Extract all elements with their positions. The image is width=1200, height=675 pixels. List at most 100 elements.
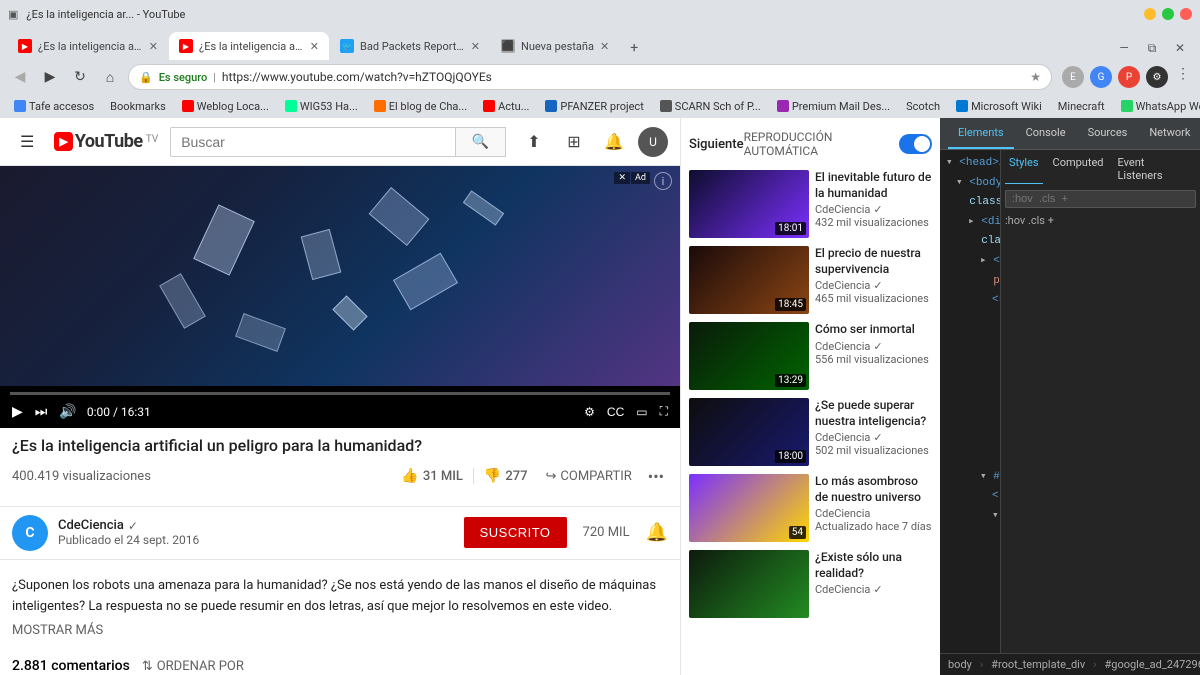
extension-icon-4[interactable]: ⚙ xyxy=(1146,66,1168,88)
tab-1-close[interactable]: ✕ xyxy=(149,40,158,53)
user-avatar[interactable]: U xyxy=(638,127,668,157)
search-input[interactable] xyxy=(171,128,455,156)
recommended-sidebar: Siguiente REPRODUCCIÓN AUTOMÁTICA 18:01 … xyxy=(680,118,940,675)
bookmark-whatsapp[interactable]: WhatsApp We... xyxy=(1115,98,1200,115)
video-info-btn[interactable]: i xyxy=(654,172,672,190)
autoplay-toggle[interactable] xyxy=(899,134,932,154)
bookmark-weblog[interactable]: Weblog Loca... xyxy=(176,98,275,115)
tab-2-close[interactable]: ✕ xyxy=(310,40,319,53)
volume-btn[interactable]: 🔊 xyxy=(57,401,78,422)
settings-btn[interactable]: ⚙ xyxy=(582,403,597,421)
tab-1[interactable]: ▶ ¿Es la inteligencia ar... ✕ xyxy=(8,32,168,60)
url-text[interactable]: https://www.youtube.com/watch?v=hZTOQjQO… xyxy=(222,70,1024,84)
sort-button[interactable]: ⇅ ORDENAR POR xyxy=(142,659,244,674)
upload-btn[interactable]: ⬆ xyxy=(518,126,550,158)
footer-body[interactable]: body xyxy=(948,658,972,671)
dislike-button[interactable]: 👎 277 xyxy=(478,464,534,488)
search-bar[interactable]: 🔍 xyxy=(170,127,506,157)
search-button[interactable]: 🔍 xyxy=(455,128,505,156)
bookmark-wig[interactable]: WIG53 Ha... xyxy=(279,98,364,115)
bookmark-scotch[interactable]: Scotch xyxy=(900,98,946,115)
rec-video-2[interactable]: 18:45 El precio de nuestra supervivencia… xyxy=(689,246,932,314)
share-button[interactable]: ↪ COMPARTIR xyxy=(538,465,640,488)
bookmark-blog[interactable]: El blog de Cha... xyxy=(368,98,473,115)
new-tab-btn[interactable]: + xyxy=(622,36,646,60)
window-restore-btn[interactable]: ⧉ xyxy=(1140,36,1164,60)
star-btn[interactable]: ★ xyxy=(1030,70,1041,84)
tab-4[interactable]: ⬛ Nueva pestaña ✕ xyxy=(491,32,619,60)
apps-btn[interactable]: ⊞ xyxy=(558,126,590,158)
dt-tab-elements[interactable]: Elements xyxy=(948,118,1014,149)
rec-video-3[interactable]: 13:29 Cómo ser inmortal CdeCiencia ✓ 556… xyxy=(689,322,932,390)
bookmark-favicon-microsoft xyxy=(956,100,968,112)
dt-filter-input[interactable] xyxy=(1005,190,1196,208)
notifications-btn[interactable]: 🔔 xyxy=(598,126,630,158)
tab-3-close[interactable]: ✕ xyxy=(471,40,480,53)
rec-duration-2: 18:45 xyxy=(775,298,806,311)
video-progress-bar[interactable] xyxy=(10,392,670,395)
subtitles-btn[interactable]: CC xyxy=(605,403,626,421)
youtube-area: ☰ ▶ YouTube TV 🔍 ⬆ ⊞ 🔔 U xyxy=(0,118,680,675)
forward-btn[interactable]: ▶ xyxy=(38,65,62,89)
notification-bell-btn[interactable]: 🔔 xyxy=(646,522,668,543)
html-line-25: 35826/712358165195.js xyxy=(944,624,1000,644)
rec-title-2: El precio de nuestra supervivencia xyxy=(815,246,932,277)
fullscreen-btn[interactable]: ⛶ xyxy=(658,402,670,421)
like-button[interactable]: 👍 31 MIL xyxy=(395,464,469,488)
channel-avatar: C xyxy=(12,515,48,551)
rec-video-1[interactable]: 18:01 El inevitable futuro de la humanid… xyxy=(689,170,932,238)
rec-video-6[interactable]: ¿Existe sólo una realidad? CdeCiencia ✓ xyxy=(689,550,932,618)
show-more-btn[interactable]: MOSTRAR MÁS xyxy=(12,621,668,642)
bookmark-scarn[interactable]: SCARN Sch of P... xyxy=(654,98,767,115)
dt-styles-tab-event[interactable]: Event Listeners xyxy=(1114,154,1197,184)
channel-row: C CdeCiencia ✓ Publicado el 24 sept. 201… xyxy=(0,506,680,560)
reload-btn[interactable]: ↻ xyxy=(68,65,92,89)
html-line-2: ▾ <body marginwidth="0" marginheight="0" xyxy=(944,174,996,194)
bookmark-microsoft[interactable]: Microsoft Wiki xyxy=(950,98,1048,115)
subscribe-button[interactable]: SUSCRITO xyxy=(464,517,567,548)
tab-2[interactable]: ▶ ¿Es la inteligencia ar... ✕ xyxy=(169,32,329,60)
dt-styles-tab-styles[interactable]: Styles xyxy=(1005,154,1043,184)
address-bar[interactable]: 🔒 Es seguro | https://www.youtube.com/wa… xyxy=(128,64,1052,90)
rec-thumb-1: 18:01 xyxy=(689,170,809,238)
tab-3[interactable]: 🐦 Bad Packets Report en... ✕ xyxy=(330,32,490,60)
rec-channel-2: CdeCiencia ✓ xyxy=(815,279,932,292)
play-btn[interactable]: ▶ xyxy=(10,401,25,422)
minimize-btn[interactable] xyxy=(1144,8,1156,20)
footer-ad-div[interactable]: #google_ad_247296261780 xyxy=(1105,658,1200,671)
theater-btn[interactable]: ▭ xyxy=(634,403,649,421)
yt-header: ☰ ▶ YouTube TV 🔍 ⬆ ⊞ 🔔 U xyxy=(0,118,680,166)
bookmark-bookmarks[interactable]: Bookmarks xyxy=(104,98,172,115)
extension-icon-3[interactable]: P xyxy=(1118,66,1140,88)
tab-4-close[interactable]: ✕ xyxy=(600,40,609,53)
bookmark-actu[interactable]: Actu... xyxy=(477,98,535,115)
window-close-btn[interactable]: ✕ xyxy=(1168,36,1192,60)
home-btn[interactable]: ⌂ xyxy=(98,65,122,89)
extension-icon-2[interactable]: G xyxy=(1090,66,1112,88)
back-btn[interactable]: ◀ xyxy=(8,65,32,89)
next-btn[interactable]: ⏭ xyxy=(33,401,50,422)
dt-html-tree[interactable]: ▾ <head>…</head> ▾ <body marginwidth="0"… xyxy=(940,150,1000,653)
close-btn[interactable] xyxy=(1180,8,1192,20)
bookmark-premium[interactable]: Premium Mail Des... xyxy=(771,98,896,115)
window-minimize-btn[interactable]: — xyxy=(1112,36,1136,60)
menu-btn[interactable]: ⋮ xyxy=(1174,66,1192,88)
rec-video-5[interactable]: 54 Lo más asombroso de nuestro universo … xyxy=(689,474,932,542)
extension-icon-1[interactable]: E xyxy=(1062,66,1084,88)
bookmark-minecraft[interactable]: Minecraft xyxy=(1052,98,1111,115)
rec-info-6: ¿Existe sólo una realidad? CdeCiencia ✓ xyxy=(815,550,932,618)
maximize-btn[interactable] xyxy=(1162,8,1174,20)
dt-tab-sources[interactable]: Sources xyxy=(1078,118,1138,149)
yt-logo[interactable]: ▶ YouTube TV xyxy=(54,131,158,152)
html-line-9: sandbox="allow-scripts" src= xyxy=(944,311,996,331)
hamburger-menu-btn[interactable]: ☰ xyxy=(12,124,42,159)
bookmark-pfanzer[interactable]: PFANZER project xyxy=(539,98,649,115)
dt-styles-tab-computed[interactable]: Computed xyxy=(1049,154,1108,184)
footer-root-div[interactable]: #root_template_div xyxy=(991,658,1085,671)
dt-tab-console[interactable]: Console xyxy=(1016,118,1076,149)
dt-tab-network[interactable]: Network xyxy=(1139,118,1200,149)
bookmark-tafe[interactable]: Tafe accesos xyxy=(8,98,100,115)
ad-close[interactable]: ✕ xyxy=(614,172,630,184)
rec-video-4[interactable]: 18:00 ¿Se puede superar nuestra intelige… xyxy=(689,398,932,466)
more-btn[interactable]: ••• xyxy=(644,463,668,490)
